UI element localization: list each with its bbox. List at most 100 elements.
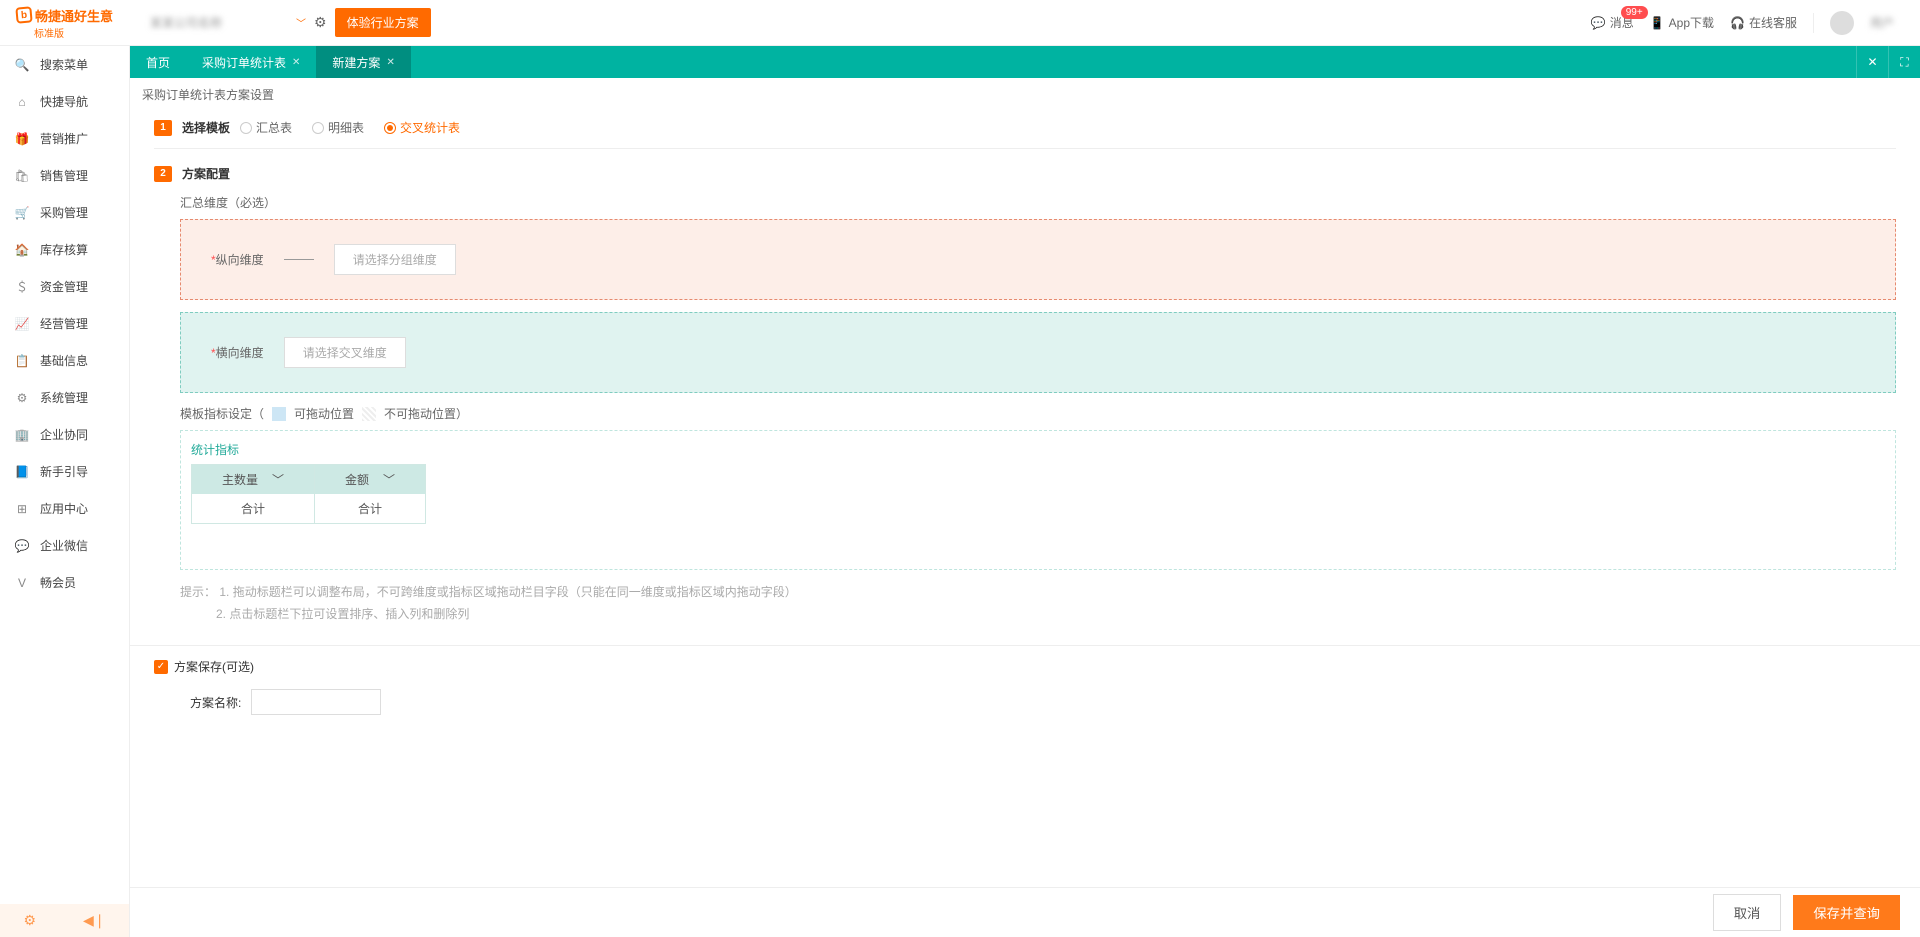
- sidebar-item-5[interactable]: 🏠库存核算: [0, 231, 129, 268]
- sidebar-item-4[interactable]: 🛒 采购管理: [0, 194, 129, 231]
- sidebar-icon: 🏢: [14, 428, 30, 442]
- settings-icon[interactable]: ⚙: [23, 912, 36, 929]
- sidebar-icon: 💬: [14, 539, 30, 553]
- tab-2[interactable]: 新建方案 ✕: [316, 46, 410, 78]
- step2-label: 方案配置: [182, 165, 230, 182]
- flame-icon: b: [15, 6, 32, 23]
- sidebar-icon: V: [14, 576, 30, 590]
- sidebar-icon: 📋: [14, 354, 30, 368]
- indicator-head[interactable]: 主数量﹀: [192, 465, 314, 494]
- sidebar-icon: 🛒: [14, 206, 30, 220]
- company-selector[interactable]: 某某公司名称 ﹀: [150, 14, 306, 31]
- template-radio-2[interactable]: 交叉统计表: [384, 119, 460, 136]
- chevron-down-icon: ﹀: [272, 471, 284, 488]
- sidebar-icon: 📘: [14, 465, 30, 479]
- indicator-col-0: 主数量﹀合计: [191, 464, 315, 524]
- sidebar-item-label: 应用中心: [40, 500, 88, 517]
- close-icon[interactable]: ✕: [292, 57, 300, 68]
- edition-label: 标准版: [34, 25, 64, 40]
- sidebar-item-label: 资金管理: [40, 278, 88, 295]
- sidebar-item-12[interactable]: ⊞ 应用中心: [0, 490, 129, 527]
- horizontal-dim-selector[interactable]: 请选择交叉维度: [284, 337, 406, 368]
- sidebar-item-label: 企业微信: [40, 537, 88, 554]
- radio-icon: [384, 122, 396, 134]
- sidebar-item-14[interactable]: V畅会员: [0, 564, 129, 601]
- radio-icon: [240, 122, 252, 134]
- fullscreen-button[interactable]: ⛶: [1888, 46, 1920, 78]
- logo: b 畅捷通好生意 标准版: [10, 6, 130, 40]
- footer-bar: 取消 保存并查询: [130, 887, 1920, 937]
- tab-label: 采购订单统计表: [202, 54, 286, 71]
- horizontal-dim-label: 横向维度: [216, 346, 264, 360]
- sidebar-icon: ⊞: [14, 502, 30, 516]
- vertical-dim-label: 纵向维度: [216, 253, 264, 267]
- sidebar-item-label: 经营管理: [40, 315, 88, 332]
- radio-label: 明细表: [328, 119, 364, 136]
- sidebar-item-7[interactable]: 📈 经营管理: [0, 305, 129, 342]
- sidebar-item-0[interactable]: 🔍搜索菜单: [0, 46, 129, 83]
- sidebar-item-3[interactable]: 🛍销售管理: [0, 157, 129, 194]
- app-download-button[interactable]: 📱 App下载: [1650, 14, 1714, 31]
- gear-icon[interactable]: ⚙: [314, 14, 327, 31]
- collapse-icon[interactable]: ◀❘: [83, 912, 106, 929]
- sidebar-item-label: 系统管理: [40, 389, 88, 406]
- company-name: 某某公司名称: [150, 14, 290, 31]
- radio-label: 汇总表: [256, 119, 292, 136]
- sidebar-item-10[interactable]: 🏢企业协同: [0, 416, 129, 453]
- template-radio-0[interactable]: 汇总表: [240, 119, 292, 136]
- sidebar-icon: 🛍: [14, 169, 30, 183]
- online-service-button[interactable]: 🎧 在线客服: [1730, 14, 1797, 31]
- chat-icon: 💬: [1591, 16, 1606, 30]
- divider: [1813, 13, 1814, 33]
- indicator-col-1: 金额﹀合计: [315, 464, 426, 524]
- nondraggable-swatch: [362, 407, 376, 421]
- sidebar-item-1[interactable]: ⌂快捷导航: [0, 83, 129, 120]
- tab-0[interactable]: 首页: [130, 46, 186, 78]
- save-plan-label: 方案保存(可选): [174, 658, 254, 675]
- template-radio-1[interactable]: 明细表: [312, 119, 364, 136]
- sidebar-icon: ＄: [14, 278, 30, 295]
- sidebar-item-9[interactable]: ⚙系统管理: [0, 379, 129, 416]
- online-service-label: 在线客服: [1749, 14, 1797, 31]
- indicator-head[interactable]: 金额﹀: [315, 465, 425, 494]
- close-all-tabs-button[interactable]: ✕: [1856, 46, 1888, 78]
- save-plan-row: ✓ 方案保存(可选): [130, 646, 1920, 683]
- indicator-body: 合计: [192, 494, 314, 523]
- sidebar-icon: 🎁: [14, 132, 30, 146]
- sidebar-item-label: 采购管理: [40, 204, 88, 221]
- close-icon[interactable]: ✕: [386, 57, 394, 68]
- brand-name: 畅捷通好生意: [35, 6, 113, 25]
- sidebar-item-8[interactable]: 📋基础信息: [0, 342, 129, 379]
- sidebar-item-11[interactable]: 📘 新手引导: [0, 453, 129, 490]
- connector-line: [284, 259, 314, 260]
- messages-button[interactable]: 💬 消息 99+: [1591, 14, 1634, 31]
- sidebar-item-label: 搜索菜单: [40, 56, 88, 73]
- vertical-dimension-box: *纵向维度 请选择分组维度: [180, 219, 1896, 300]
- app-download-label: App下载: [1669, 14, 1714, 31]
- tab-label: 首页: [146, 54, 170, 71]
- radio-label: 交叉统计表: [400, 119, 460, 136]
- sidebar-item-6[interactable]: ＄ 资金管理: [0, 268, 129, 305]
- plan-name-label: 方案名称:: [190, 694, 241, 711]
- save-plan-checkbox[interactable]: ✓: [154, 660, 168, 674]
- indicator-body: 合计: [315, 494, 425, 523]
- indicator-area: 统计指标 主数量﹀合计金额﹀合计: [180, 430, 1896, 570]
- sidebar-item-13[interactable]: 💬 企业微信: [0, 527, 129, 564]
- step1-row: 1 选择模板 汇总表明细表交叉统计表: [154, 119, 1896, 136]
- indicator-legend: 模板指标设定（ 可拖动位置 不可拖动位置）: [180, 405, 1896, 422]
- indicator-title: 统计指标: [191, 441, 1885, 458]
- headset-icon: 🎧: [1730, 16, 1745, 30]
- horizontal-dimension-box: *横向维度 请选择交叉维度: [180, 312, 1896, 393]
- avatar[interactable]: [1830, 11, 1854, 35]
- sidebar-icon: 📈: [14, 317, 30, 331]
- tab-label: 新建方案: [332, 54, 380, 71]
- try-industry-button[interactable]: 体验行业方案: [335, 8, 431, 37]
- vertical-dim-selector[interactable]: 请选择分组维度: [334, 244, 456, 275]
- plan-name-input[interactable]: [251, 689, 381, 715]
- radio-icon: [312, 122, 324, 134]
- sidebar-item-label: 新手引导: [40, 463, 88, 480]
- sidebar-item-2[interactable]: 🎁营销推广: [0, 120, 129, 157]
- tab-1[interactable]: 采购订单统计表 ✕: [186, 46, 316, 78]
- cancel-button[interactable]: 取消: [1713, 894, 1782, 931]
- save-query-button[interactable]: 保存并查询: [1793, 895, 1900, 930]
